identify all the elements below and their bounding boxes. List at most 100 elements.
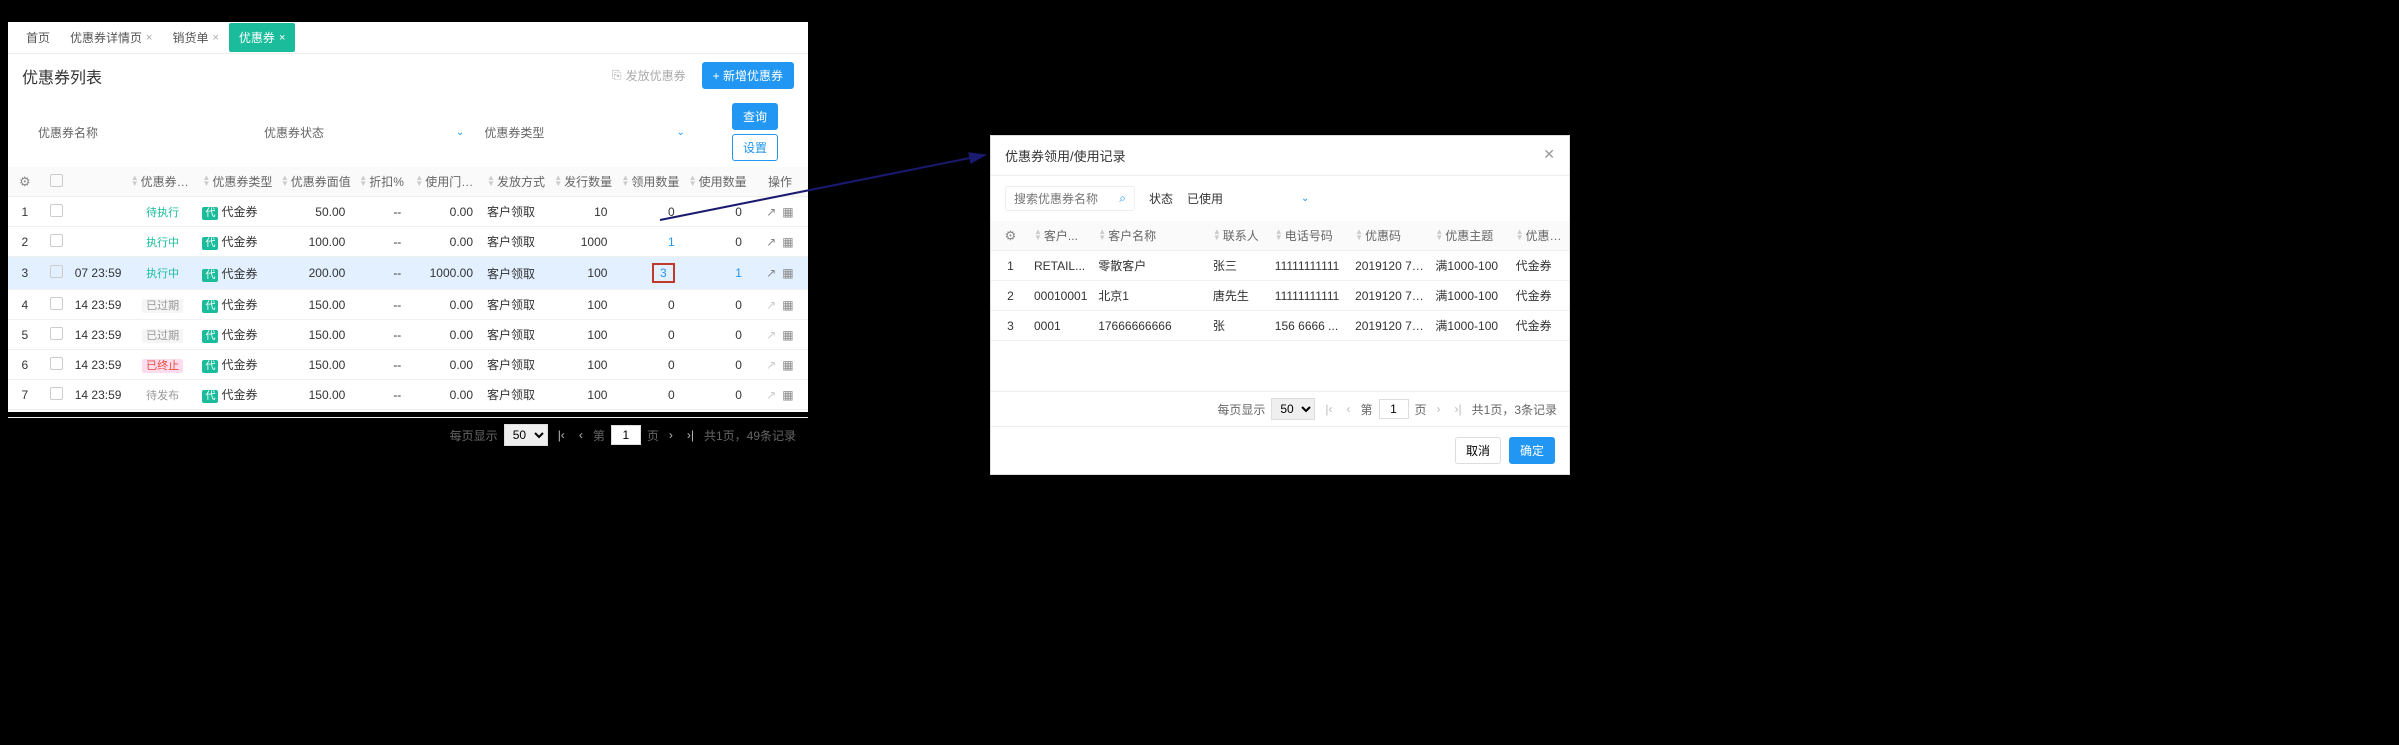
type-badge: 代: [202, 360, 218, 373]
qr-icon[interactable]: ▦: [782, 328, 793, 342]
tab-销货单[interactable]: 销货单×: [162, 23, 228, 52]
share-icon: ↗: [766, 328, 776, 342]
pagination: 每页显示 50 |‹ ‹ 第 页 › ›| 共1页，49条记录: [8, 417, 808, 452]
share-icon[interactable]: ↗: [766, 205, 776, 219]
modal-per-page-select[interactable]: 50: [1271, 398, 1315, 420]
next-page-button[interactable]: ›: [665, 428, 677, 442]
mcol-contact[interactable]: 联系人: [1223, 229, 1259, 243]
col-used[interactable]: 使用数量: [699, 175, 747, 189]
page-input[interactable]: [611, 425, 641, 445]
close-icon[interactable]: ×: [212, 32, 218, 44]
row-checkbox[interactable]: [50, 234, 63, 247]
tab-首页[interactable]: 首页: [16, 23, 60, 52]
qr-icon[interactable]: ▦: [782, 235, 793, 249]
add-coupon-button[interactable]: + 新增优惠券: [702, 62, 794, 89]
row-checkbox[interactable]: [50, 357, 63, 370]
tab-优惠券[interactable]: 优惠券×: [229, 23, 295, 52]
modal-search-box[interactable]: ⌕: [1005, 186, 1135, 211]
modal-next-page[interactable]: ›: [1433, 402, 1445, 416]
search-icon[interactable]: ⌕: [1119, 191, 1126, 206]
status-badge: 已过期: [142, 299, 183, 313]
row-checkbox[interactable]: [50, 297, 63, 310]
table-row[interactable]: 814 23:59待发布代代金券150.00--0.00客户领取10000↗▦: [8, 410, 808, 418]
prev-page-button[interactable]: ‹: [575, 428, 587, 442]
close-icon[interactable]: ×: [279, 32, 285, 44]
row-checkbox[interactable]: [50, 265, 63, 278]
mcol-subject[interactable]: 优惠主题: [1445, 229, 1493, 243]
modal-prev-page[interactable]: ‹: [1342, 402, 1354, 416]
qr-icon[interactable]: ▦: [782, 205, 793, 219]
mcol-type[interactable]: 优惠券类: [1526, 229, 1569, 243]
mcol-phone[interactable]: 电话号码: [1285, 229, 1333, 243]
share-icon[interactable]: ↗: [766, 235, 776, 249]
gift-icon: ⎘: [612, 68, 622, 83]
page-header: 优惠券列表 ⎘发放优惠券 + 新增优惠券: [8, 54, 808, 97]
row-checkbox[interactable]: [50, 387, 63, 400]
distribute-coupon-button[interactable]: ⎘发放优惠券: [602, 63, 696, 88]
col-type[interactable]: 优惠券类型: [212, 175, 272, 189]
table-row[interactable]: 2执行中代代金券100.00--0.00客户领取100010↗▦: [8, 227, 808, 257]
qr-icon[interactable]: ▦: [782, 388, 793, 402]
settings-button[interactable]: 设置: [732, 134, 778, 161]
close-icon[interactable]: ✕: [1543, 146, 1555, 165]
table-row[interactable]: 307 23:59执行中代代金券200.00--1000.00客户领取10031…: [8, 257, 808, 290]
modal-status-select[interactable]: 已使用: [1187, 190, 1287, 207]
qr-icon[interactable]: ▦: [782, 266, 793, 280]
col-status[interactable]: 优惠券状态: [141, 175, 199, 189]
last-page-button[interactable]: ›|: [683, 428, 698, 442]
mcol-code[interactable]: 优惠码: [1365, 229, 1401, 243]
type-badge: 代: [202, 300, 218, 313]
claimed-link[interactable]: 3: [652, 263, 675, 283]
select-all-checkbox[interactable]: [50, 174, 63, 187]
col-face[interactable]: 优惠券面值: [291, 175, 351, 189]
share-icon[interactable]: ↗: [766, 266, 776, 280]
modal-pagination: 每页显示 50 |‹ ‹ 第 页 › ›| 共1页，3条记录: [991, 391, 1569, 426]
table-row[interactable]: 200010001北京1唐先生111111111112019120 70...满…: [991, 281, 1569, 311]
col-threshold[interactable]: 使用门槛...: [425, 175, 483, 189]
col-discount[interactable]: 折扣%: [369, 175, 404, 189]
qr-icon[interactable]: ▦: [782, 358, 793, 372]
row-checkbox[interactable]: [50, 327, 63, 340]
filter-name-input[interactable]: [104, 121, 244, 144]
col-issued[interactable]: 发行数量: [564, 175, 612, 189]
table-row[interactable]: 1RETAIL...零散客户张三111111111112019120 70...…: [991, 251, 1569, 281]
per-page-select[interactable]: 50: [504, 424, 548, 446]
close-icon[interactable]: ×: [146, 32, 152, 44]
table-row[interactable]: 414 23:59已过期代代金券150.00--0.00客户领取10000↗▦: [8, 290, 808, 320]
usage-record-modal: 优惠券领用/使用记录 ✕ ⌕ 状态 已使用 ⌄ ⚙ ▲▼客户... ▲▼客户名称…: [990, 135, 1570, 475]
coupon-table: ⚙ ▲▼优惠券状态 ▲▼优惠券类型 ▲▼优惠券面值 ▲▼折扣% ▲▼使用门槛..…: [8, 167, 808, 417]
modal-search-input[interactable]: [1014, 192, 1119, 206]
table-row[interactable]: 514 23:59已过期代代金券150.00--0.00客户领取10000↗▦: [8, 320, 808, 350]
filter-type-select[interactable]: [550, 128, 670, 136]
query-button[interactable]: 查询: [732, 103, 778, 130]
row-checkbox[interactable]: [50, 204, 63, 217]
claimed-link[interactable]: 1: [668, 235, 675, 249]
type-badge: 代: [202, 390, 218, 403]
mcol-custno[interactable]: 客户...: [1044, 229, 1078, 243]
share-icon: ↗: [766, 358, 776, 372]
row-checkbox[interactable]: [50, 417, 63, 418]
confirm-button[interactable]: 确定: [1509, 437, 1555, 464]
first-page-button[interactable]: |‹: [554, 428, 569, 442]
table-row[interactable]: 3000117666666666张156 6666 ...2019120 70.…: [991, 311, 1569, 341]
table-row[interactable]: 714 23:59待发布代代金券150.00--0.00客户领取10000↗▦: [8, 380, 808, 410]
table-row[interactable]: 1待执行代代金券50.00--0.00客户领取1000↗▦: [8, 197, 808, 227]
col-method[interactable]: 发放方式: [497, 175, 545, 189]
modal-first-page[interactable]: |‹: [1321, 402, 1336, 416]
modal-status-label: 状态: [1149, 190, 1173, 207]
modal-page-input[interactable]: [1379, 399, 1409, 419]
used-link[interactable]: 1: [735, 266, 742, 280]
tab-优惠券详情页[interactable]: 优惠券详情页×: [60, 23, 162, 52]
qr-icon[interactable]: ▦: [782, 298, 793, 312]
filter-type-label: 优惠券类型: [484, 124, 544, 141]
modal-last-page[interactable]: ›|: [1451, 402, 1466, 416]
cancel-button[interactable]: 取消: [1455, 437, 1501, 464]
gear-icon[interactable]: ⚙: [19, 174, 31, 189]
table-row[interactable]: 614 23:59已终止代代金券150.00--0.00客户领取10000↗▦: [8, 350, 808, 380]
mcol-custname[interactable]: 客户名称: [1108, 229, 1156, 243]
gear-icon[interactable]: ⚙: [1005, 228, 1017, 243]
filter-status-select[interactable]: [330, 128, 450, 136]
status-badge: 已终止: [142, 359, 183, 373]
col-claimed[interactable]: 领用数量: [631, 175, 679, 189]
chevron-down-icon: ⌄: [456, 127, 464, 138]
